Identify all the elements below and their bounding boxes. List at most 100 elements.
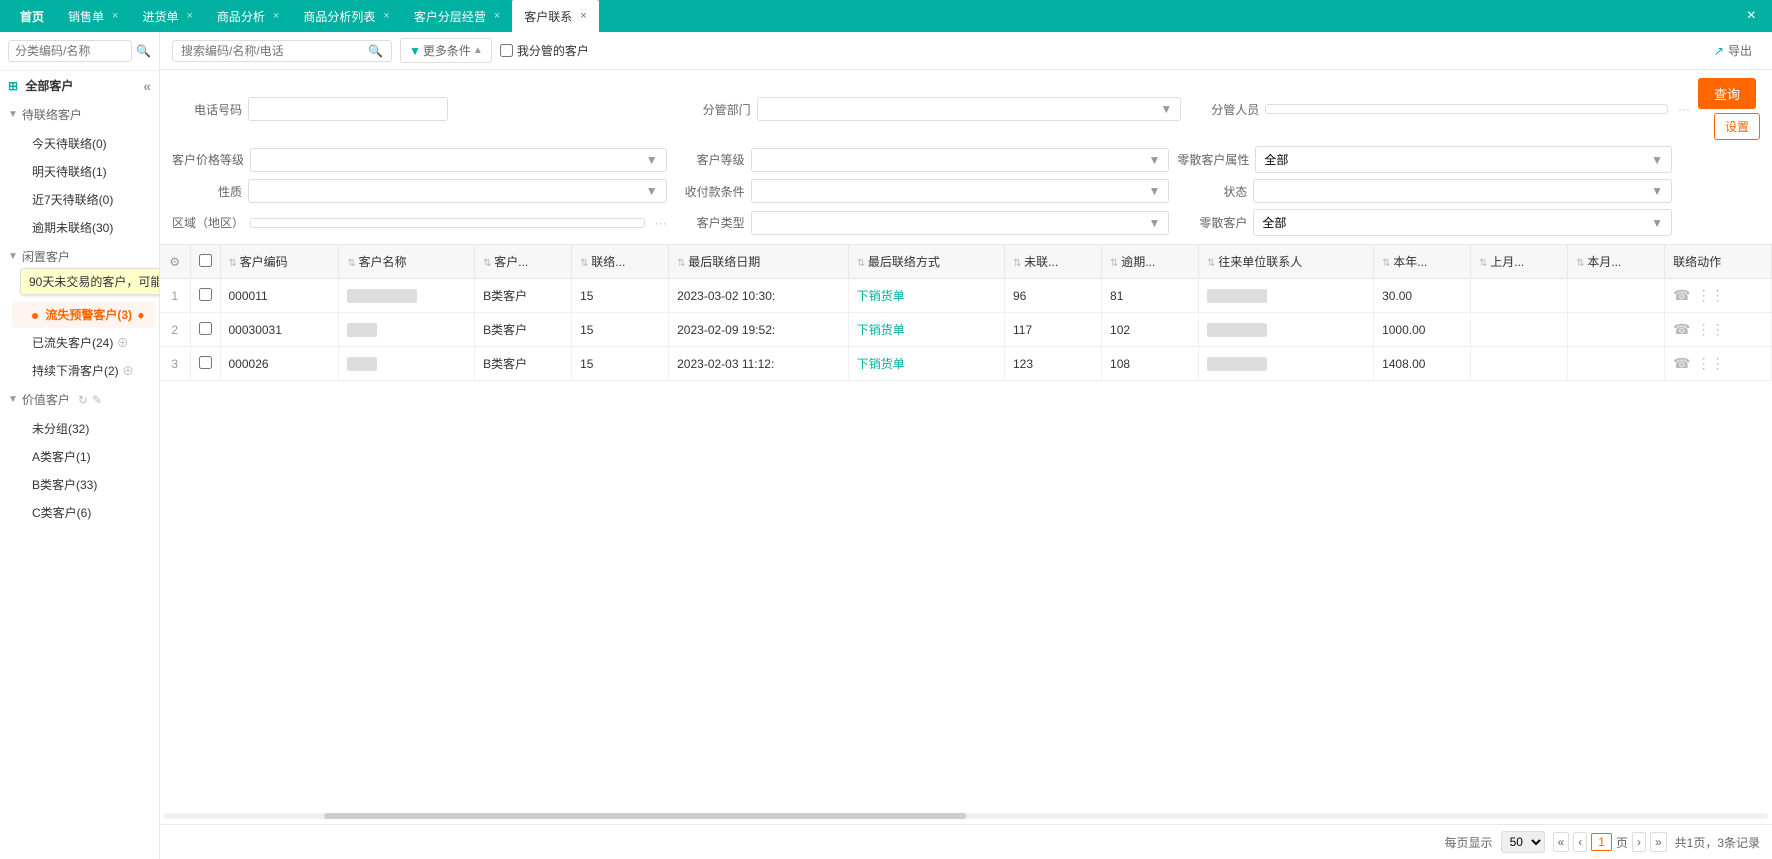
row-2-more-icon[interactable]: ⋮⋮ <box>1697 321 1725 338</box>
nav-tab-analysis-list-close[interactable]: × <box>383 10 389 22</box>
my-customer-checkbox-wrap[interactable]: 我分管的客户 <box>500 42 589 59</box>
nature-select[interactable]: ▼ <box>248 179 667 203</box>
row-2-phone-icon[interactable]: ☎ <box>1673 321 1690 338</box>
window-close-button[interactable]: × <box>1739 7 1764 25</box>
export-button[interactable]: ↗ 导出 <box>1706 39 1760 62</box>
customer-grade-select[interactable]: ▼ <box>751 148 1170 172</box>
sidebar-item-lost[interactable]: 已流失客户(24) ⊕ <box>12 329 155 356</box>
prev-page-button[interactable]: ‹ <box>1573 832 1587 852</box>
phone-input[interactable] <box>248 97 448 121</box>
region-select[interactable] <box>250 218 645 228</box>
sidebar-group-idle[interactable]: ▼ 闲置客户 <box>0 242 159 271</box>
sidebar-item-tomorrow-pending[interactable]: 明天待联络(1) <box>12 158 155 185</box>
table-header-this-month[interactable]: ⇅ 本月... <box>1568 245 1665 279</box>
sidebar-group-pending[interactable]: ▼ 待联络客户 <box>0 100 159 129</box>
row-3-last-method[interactable]: 下销货单 <box>848 347 1004 381</box>
search-button[interactable]: 🔍 <box>368 44 383 58</box>
table-header-type[interactable]: ⇅ 客户... <box>475 245 572 279</box>
dept-select[interactable]: ▼ <box>757 97 1182 121</box>
row-3-phone-icon[interactable]: ☎ <box>1673 355 1690 372</box>
scrollbar-thumb[interactable] <box>324 813 966 819</box>
sidebar-item-class-a[interactable]: A类客户(1) <box>12 443 155 470</box>
row-1-checkbox[interactable] <box>190 279 220 313</box>
row-2-uncontacted: 117 <box>1005 313 1102 347</box>
nav-tab-analysis-list[interactable]: 商品分析列表 × <box>291 0 401 32</box>
sidebar-collapse-icon[interactable]: « <box>143 78 151 94</box>
row-1-last-method[interactable]: 下销货单 <box>848 279 1004 313</box>
sidebar-item-churn-warning[interactable]: 流失预警客户(3) ● <box>12 301 155 328</box>
nav-tab-sales[interactable]: 销售单 × <box>56 0 130 32</box>
sidebar-item-ungroup[interactable]: 未分组(32) <box>12 415 155 442</box>
retail-customer-arrow-icon: ▼ <box>1651 216 1663 230</box>
sidebar-item-7days-pending[interactable]: 近7天待联络(0) <box>12 186 155 213</box>
row-1-this-month <box>1568 279 1665 313</box>
next-page-button[interactable]: › <box>1632 832 1646 852</box>
nav-tab-analysis[interactable]: 商品分析 × <box>205 0 291 32</box>
row-2-checkbox[interactable] <box>190 313 220 347</box>
table-header-this-year[interactable]: ⇅ 本年... <box>1374 245 1471 279</box>
last-page-button[interactable]: » <box>1650 832 1667 852</box>
payment-select[interactable]: ▼ <box>751 179 1170 203</box>
row-3-this-year: 1408.00 <box>1374 347 1471 381</box>
nav-tab-analysis-close[interactable]: × <box>273 10 279 22</box>
my-customer-checkbox[interactable] <box>500 44 513 57</box>
row-1-phone-icon[interactable]: ☎ <box>1673 287 1690 304</box>
edit-icon[interactable]: ✎ <box>92 393 102 407</box>
region-dots-icon[interactable]: ··· <box>655 216 667 230</box>
nav-tab-purchase-close[interactable]: × <box>186 10 192 22</box>
settings-button[interactable]: 设置 <box>1714 113 1760 140</box>
nav-tab-customer-contact-close[interactable]: × <box>580 10 586 22</box>
row-1-more-icon[interactable]: ⋮⋮ <box>1697 287 1725 304</box>
row-2-overdue: 102 <box>1102 313 1199 347</box>
more-conditions-button[interactable]: ▼ 更多条件 ▲ <box>400 38 492 63</box>
table-header-last-method[interactable]: ⇅ 最后联络方式 <box>848 245 1004 279</box>
table-header-name[interactable]: ⇅ 客户名称 <box>339 245 475 279</box>
retail-attr-select[interactable]: 全部 ▼ <box>1255 146 1672 173</box>
row-2-this-month <box>1568 313 1665 347</box>
table-header-last-date[interactable]: ⇅ 最后联络日期 <box>669 245 849 279</box>
row-3-contact2 <box>1199 347 1374 381</box>
table-header-code[interactable]: ⇅ 客户编码 <box>220 245 339 279</box>
horizontal-scrollbar[interactable] <box>160 808 1772 824</box>
nav-tab-home[interactable]: 首页 <box>8 0 56 32</box>
row-3-checkbox[interactable] <box>190 347 220 381</box>
page-size-select[interactable]: 50 <box>1501 831 1545 853</box>
table-header-last-month[interactable]: ⇅ 上月... <box>1471 245 1568 279</box>
retail-customer-select[interactable]: 全部 ▼ <box>1253 209 1672 236</box>
sidebar-search-icon[interactable]: 🔍 <box>136 44 151 58</box>
refresh-icon[interactable]: ↻ <box>78 393 88 407</box>
row-3-more-icon[interactable]: ⋮⋮ <box>1697 355 1725 372</box>
nav-tab-sales-close[interactable]: × <box>112 10 118 22</box>
table-settings-header[interactable]: ⚙ <box>160 245 190 279</box>
query-button[interactable]: 查询 <box>1698 78 1756 109</box>
customer-type-select[interactable]: ▼ <box>751 211 1170 235</box>
sidebar-item-class-b[interactable]: B类客户(33) <box>12 471 155 498</box>
search-input[interactable] <box>181 44 364 58</box>
sidebar-all-customers[interactable]: ⊞ 全部客户 « <box>0 71 159 100</box>
table-header-contact2[interactable]: ⇅ 往来单位联系人 <box>1199 245 1374 279</box>
nav-tab-purchase[interactable]: 进货单 × <box>130 0 204 32</box>
select-all-checkbox[interactable] <box>199 254 212 267</box>
status-select[interactable]: ▼ <box>1253 179 1672 203</box>
row-2-last-method[interactable]: 下销货单 <box>848 313 1004 347</box>
first-page-button[interactable]: « <box>1553 832 1570 852</box>
row-3-uncontacted: 123 <box>1005 347 1102 381</box>
row-1-name <box>339 279 475 313</box>
sidebar-item-declining[interactable]: 持续下滑客户(2) ⊕ <box>12 357 155 384</box>
sidebar-item-today-pending[interactable]: 今天待联络(0) <box>12 130 155 157</box>
sidebar-item-overdue-pending[interactable]: 逾期未联络(30) <box>12 214 155 241</box>
nav-tab-analysis-label: 商品分析 <box>217 8 265 25</box>
manager-select[interactable] <box>1265 104 1668 114</box>
sidebar-item-class-c[interactable]: C类客户(6) <box>12 499 155 526</box>
nav-tab-customer-contact[interactable]: 客户联系 × <box>512 0 598 32</box>
sidebar-search-input[interactable] <box>8 40 132 62</box>
nav-tab-customer-tier-close[interactable]: × <box>494 10 500 22</box>
price-grade-select[interactable]: ▼ <box>250 148 667 172</box>
table-header-uncontacted[interactable]: ⇅ 未联... <box>1005 245 1102 279</box>
sidebar-group-value[interactable]: ▼ 价值客户 ↻ ✎ <box>0 385 159 414</box>
nav-tab-customer-tier[interactable]: 客户分层经营 × <box>402 0 512 32</box>
manager-dots-icon[interactable]: ··· <box>1678 102 1690 116</box>
filter-bar: 🔍 ▼ 更多条件 ▲ 我分管的客户 ↗ 导出 <box>160 32 1772 70</box>
table-header-overdue[interactable]: ⇅ 逾期... <box>1102 245 1199 279</box>
table-header-contact[interactable]: ⇅ 联络... <box>572 245 669 279</box>
